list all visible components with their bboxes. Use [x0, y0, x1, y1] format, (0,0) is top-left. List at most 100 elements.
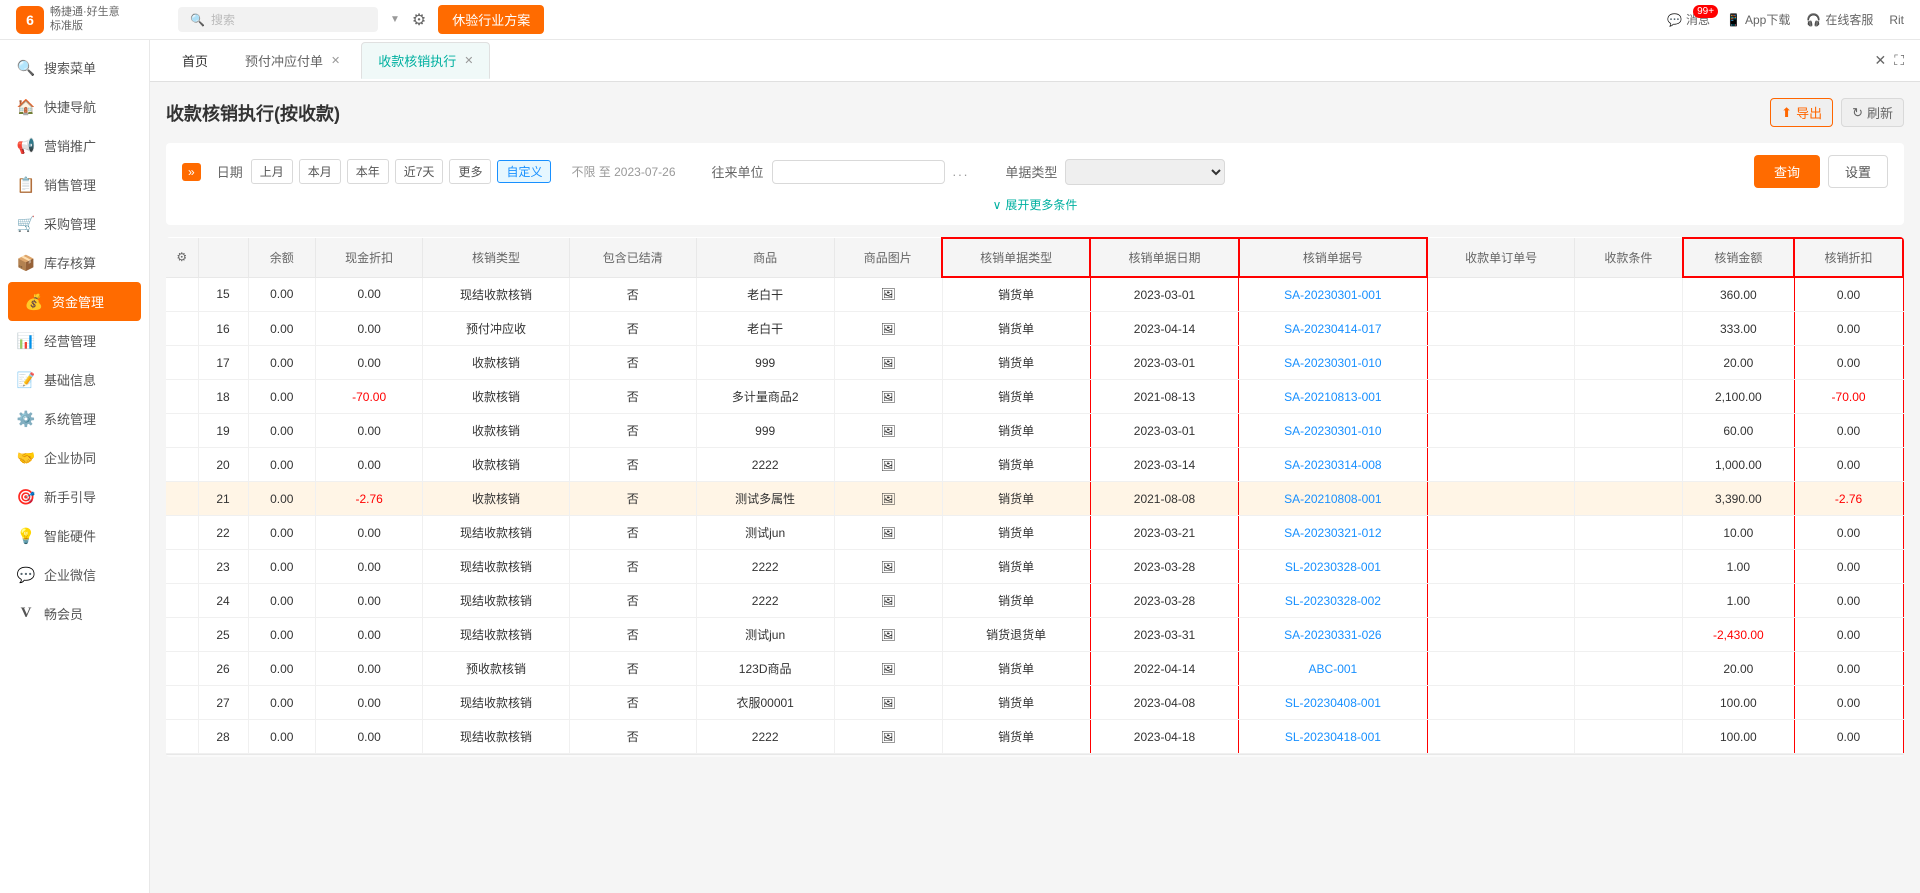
online-service[interactable]: 🎧 在线客服 — [1806, 11, 1873, 28]
industry-button[interactable]: 休验行业方案 — [438, 5, 544, 34]
purchase-icon: 🛒 — [16, 215, 36, 233]
td-receipt-order-no — [1427, 277, 1574, 312]
td-verify-no[interactable]: SA-20230314-008 — [1239, 448, 1428, 482]
sidebar-item-vip[interactable]: V 畅会员 — [0, 594, 149, 633]
date-7days[interactable]: 近7天 — [395, 159, 444, 184]
td-receipt-condition — [1575, 380, 1683, 414]
td-verify-no[interactable]: SL-20230408-001 — [1239, 686, 1428, 720]
search-placeholder: 搜索 — [211, 11, 235, 28]
table-row: 280.000.00现结收款核销否2222🖼销货单2023-04-18SL-20… — [166, 720, 1903, 754]
th-verify-amount: 核销金额 — [1683, 238, 1795, 277]
app-download[interactable]: 📱 App下载 — [1726, 11, 1790, 28]
sidebar-item-search-menu[interactable]: 🔍 搜索菜单 — [0, 48, 149, 87]
sidebar-item-marketing[interactable]: 📢 营销推广 — [0, 126, 149, 165]
td-receipt-condition — [1575, 550, 1683, 584]
sidebar-item-label: 资金管理 — [52, 292, 104, 311]
td-product-img: 🖼 — [834, 720, 942, 754]
td-gear — [166, 618, 198, 652]
td-verify-no[interactable]: SL-20230418-001 — [1239, 720, 1428, 754]
td-verify-amount: 60.00 — [1683, 414, 1795, 448]
td-verify-no[interactable]: SL-20230328-001 — [1239, 550, 1428, 584]
td-seq: 19 — [198, 414, 248, 448]
refresh-button[interactable]: ↻ 刷新 — [1841, 98, 1904, 127]
td-verify-no[interactable]: SA-20230301-010 — [1239, 346, 1428, 380]
sidebar-item-beginner[interactable]: 🎯 新手引导 — [0, 477, 149, 516]
search-box[interactable]: 🔍 搜索 — [178, 7, 378, 32]
sidebar-item-sales[interactable]: 📋 销售管理 — [0, 165, 149, 204]
td-verify-type: 收款核销 — [423, 448, 570, 482]
tab-prepay[interactable]: 预付冲应付单 ✕ — [228, 42, 357, 79]
td-balance: 0.00 — [248, 686, 316, 720]
td-seq: 15 — [198, 277, 248, 312]
tab-home[interactable]: 首页 — [166, 43, 224, 78]
td-product-img: 🖼 — [834, 618, 942, 652]
export-button[interactable]: ⬆ 导出 — [1770, 98, 1833, 127]
partner-dots[interactable]: ... — [953, 164, 970, 179]
sidebar-item-label: 新手引导 — [44, 487, 96, 506]
sidebar-item-enterprise[interactable]: 🤝 企业协同 — [0, 438, 149, 477]
td-verify-no[interactable]: SA-20210808-001 — [1239, 482, 1428, 516]
table-row: 210.00-2.76收款核销否测试多属性🖼销货单2021-08-08SA-20… — [166, 482, 1903, 516]
td-verify-no[interactable]: SA-20230301-010 — [1239, 414, 1428, 448]
td-verify-no[interactable]: SL-20230328-002 — [1239, 584, 1428, 618]
sidebar-item-wechat-biz[interactable]: 💬 企业微信 — [0, 555, 149, 594]
td-verify-discount: -70.00 — [1794, 380, 1903, 414]
td-gear — [166, 312, 198, 346]
message-badge[interactable]: 💬 消息 99+ — [1667, 11, 1710, 28]
td-verify-no[interactable]: SA-20210813-001 — [1239, 380, 1428, 414]
sidebar-item-biz-mgmt[interactable]: 📊 经营管理 — [0, 321, 149, 360]
sidebar-item-smart-hw[interactable]: 💡 智能硬件 — [0, 516, 149, 555]
td-cash-discount: 0.00 — [316, 346, 423, 380]
tab-receipt-verify[interactable]: 收款核销执行 ✕ — [361, 42, 490, 79]
expand-toggle[interactable]: » — [182, 163, 201, 181]
table-row: 180.00-70.00收款核销否多计量商品2🖼销货单2021-08-13SA-… — [166, 380, 1903, 414]
td-product-img: 🖼 — [834, 277, 942, 312]
dropdown-arrow[interactable]: ▼ — [390, 14, 400, 25]
user-name[interactable]: Rit — [1889, 13, 1904, 27]
td-verify-no[interactable]: SA-20230414-017 — [1239, 312, 1428, 346]
main-table: ⚙ 余额 现金折扣 核销类型 包含已结清 商品 商品图片 核销单据类型 核销单据… — [166, 237, 1904, 754]
sidebar-item-sys-mgmt[interactable]: ⚙️ 系统管理 — [0, 399, 149, 438]
partner-input[interactable] — [772, 160, 945, 184]
voucher-type-select[interactable] — [1065, 159, 1225, 185]
settings-icon[interactable]: ⚙ — [412, 10, 426, 30]
td-receipt-condition — [1575, 652, 1683, 686]
date-last-month[interactable]: 上月 — [251, 159, 293, 184]
sidebar-item-purchase[interactable]: 🛒 采购管理 — [0, 204, 149, 243]
td-seq: 20 — [198, 448, 248, 482]
td-verify-discount: 0.00 — [1794, 550, 1903, 584]
smart-hw-icon: 💡 — [16, 527, 36, 545]
sys-icon: ⚙️ — [16, 410, 36, 428]
date-custom[interactable]: 自定义 — [497, 160, 551, 183]
td-verify-type: 现结收款核销 — [423, 618, 570, 652]
td-seq: 17 — [198, 346, 248, 380]
date-this-year[interactable]: 本年 — [347, 159, 389, 184]
td-includes-settled: 否 — [569, 482, 696, 516]
td-receipt-order-no — [1427, 380, 1574, 414]
td-verify-type: 收款核销 — [423, 482, 570, 516]
tab-receipt-verify-close[interactable]: ✕ — [464, 54, 473, 67]
td-verify-type: 预收款核销 — [423, 652, 570, 686]
td-product: 123D商品 — [696, 652, 834, 686]
sidebar-item-fund-mgmt[interactable]: 💰 资金管理 — [8, 282, 141, 321]
sidebar-item-inventory[interactable]: 📦 库存核算 — [0, 243, 149, 282]
td-verify-no[interactable]: SA-20230321-012 — [1239, 516, 1428, 550]
window-close-icon[interactable]: ✕ — [1874, 52, 1886, 69]
td-gear — [166, 584, 198, 618]
td-verify-no[interactable]: SA-20230301-001 — [1239, 277, 1428, 312]
window-expand-icon[interactable]: ⛶ — [1894, 52, 1904, 69]
th-gear[interactable]: ⚙ — [166, 238, 198, 277]
date-this-month[interactable]: 本月 — [299, 159, 341, 184]
tab-prepay-close[interactable]: ✕ — [331, 54, 340, 67]
date-more[interactable]: 更多 — [449, 159, 491, 184]
expand-more-btn[interactable]: ∨ 展开更多条件 — [993, 196, 1078, 213]
td-verify-voucher-type: 销货单 — [942, 516, 1090, 550]
td-verify-no[interactable]: SA-20230331-026 — [1239, 618, 1428, 652]
td-verify-amount: 360.00 — [1683, 277, 1795, 312]
sidebar-item-quick-nav[interactable]: 🏠 快捷导航 — [0, 87, 149, 126]
td-verify-no[interactable]: ABC-001 — [1239, 652, 1428, 686]
query-button[interactable]: 查询 — [1754, 155, 1820, 188]
sidebar-item-label: 企业微信 — [44, 565, 96, 584]
sidebar-item-basic-info[interactable]: 📝 基础信息 — [0, 360, 149, 399]
settings-button[interactable]: 设置 — [1828, 155, 1888, 188]
